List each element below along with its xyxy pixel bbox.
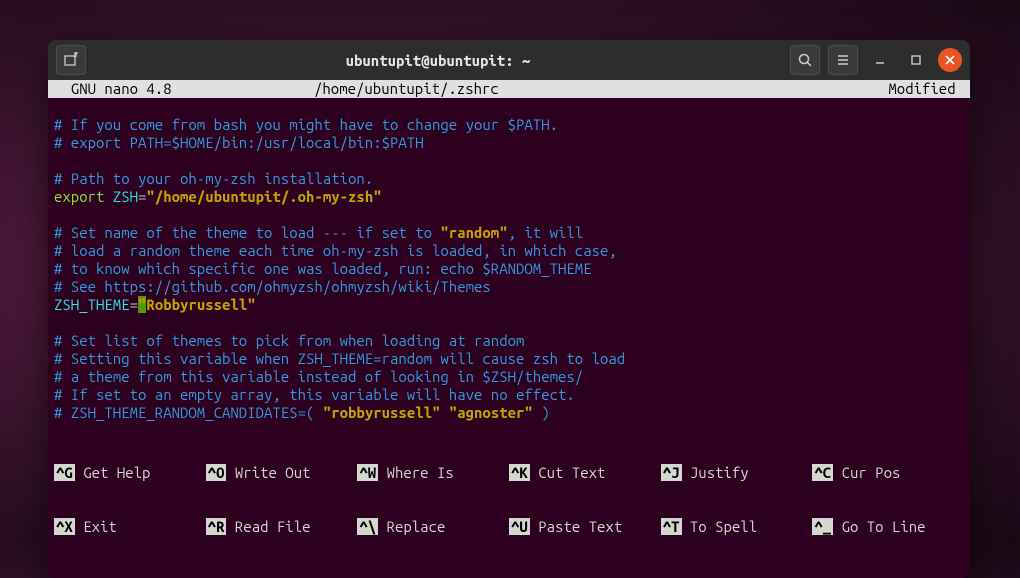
menu-button[interactable] <box>828 45 858 75</box>
shortcut: ^\ Replace <box>357 518 509 536</box>
titlebar: ubuntupit@ubuntupit: ~ <box>48 40 970 80</box>
hamburger-icon <box>835 52 851 68</box>
editor-content[interactable]: # If you come from bash you might have t… <box>48 98 970 426</box>
close-icon <box>944 54 956 66</box>
minimize-button[interactable] <box>866 46 894 74</box>
new-tab-button[interactable] <box>56 45 86 75</box>
editor-line: # export PATH=$HOME/bin:/usr/local/bin:$… <box>54 134 424 151</box>
shortcut-row: ^G Get Help ^O Write Out ^W Where Is ^K … <box>54 464 964 482</box>
search-button[interactable] <box>790 45 820 75</box>
editor-line: # See https://github.com/ohmyzsh/ohmyzsh… <box>54 278 491 295</box>
nano-shortcuts: ^G Get Help ^O Write Out ^W Where Is ^K … <box>48 426 970 578</box>
editor-line: # ZSH_THEME_RANDOM_CANDIDATES=( "robbyru… <box>54 404 550 421</box>
editor-line: # If set to an empty array, this variabl… <box>54 386 575 403</box>
nano-statusbar: GNU nano 4.8 /home/ubuntupit/.zshrc Modi… <box>48 80 970 98</box>
shortcut-row: ^X Exit ^R Read File ^\ Replace ^U Paste… <box>54 518 964 536</box>
editor-line: # Set list of themes to pick from when l… <box>54 332 524 349</box>
close-button[interactable] <box>938 48 962 72</box>
maximize-icon <box>909 53 923 67</box>
editor-line: # to know which specific one was loaded,… <box>54 260 592 277</box>
shortcut: ^T To Spell <box>661 518 813 536</box>
minimize-icon <box>873 53 887 67</box>
shortcut: ^G Get Help <box>54 464 206 482</box>
terminal-window: ubuntupit@ubuntupit: ~ <box>48 40 970 578</box>
shortcut: ^_ Go To Line <box>812 518 964 536</box>
maximize-button[interactable] <box>902 46 930 74</box>
nano-filename: /home/ubuntupit/.zshrc <box>314 80 864 98</box>
shortcut: ^R Read File <box>206 518 358 536</box>
editor-line: # Path to your oh-my-zsh installation. <box>54 170 373 187</box>
editor-line: # Setting this variable when ZSH_THEME=r… <box>54 350 625 367</box>
nano-app-name: GNU nano 4.8 <box>54 80 314 98</box>
editor-line: # If you come from bash you might have t… <box>54 116 558 133</box>
shortcut: ^O Write Out <box>206 464 358 482</box>
shortcut: ^K Cut Text <box>509 464 661 482</box>
shortcut: ^X Exit <box>54 518 206 536</box>
new-tab-icon <box>63 52 79 68</box>
nano-modified: Modified <box>864 80 964 98</box>
editor-line: # load a random theme each time oh-my-zs… <box>54 242 617 259</box>
shortcut: ^J Justify <box>661 464 813 482</box>
editor-line: ZSH_THEME="Robbyrussell" <box>54 296 256 313</box>
shortcut: ^W Where Is <box>357 464 509 482</box>
editor-line: # a theme from this variable instead of … <box>54 368 583 385</box>
shortcut: ^U Paste Text <box>509 518 661 536</box>
terminal-body[interactable]: GNU nano 4.8 /home/ubuntupit/.zshrc Modi… <box>48 80 970 578</box>
window-title: ubuntupit@ubuntupit: ~ <box>86 52 790 69</box>
editor-line: # Set name of the theme to load --- if s… <box>54 224 583 241</box>
shortcut: ^C Cur Pos <box>812 464 964 482</box>
search-icon <box>797 52 813 68</box>
editor-line: export ZSH="/home/ubuntupit/.oh-my-zsh" <box>54 188 382 205</box>
